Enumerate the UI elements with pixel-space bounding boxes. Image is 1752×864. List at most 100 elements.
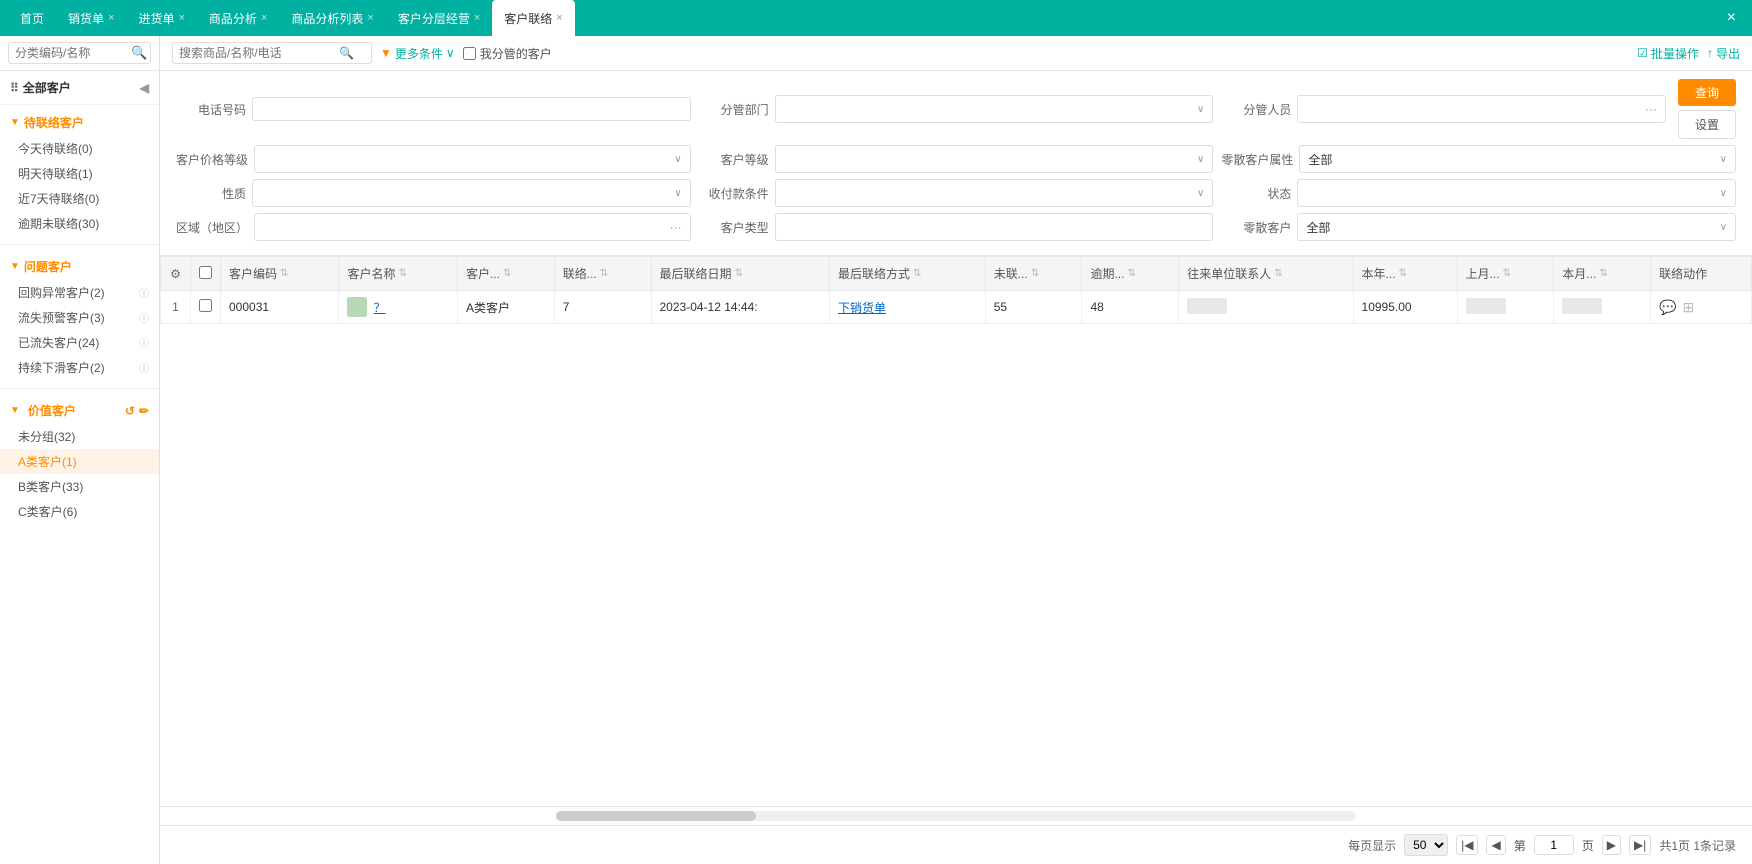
nav-customer-tier-close[interactable]: ×	[474, 12, 480, 24]
sort-name-icon[interactable]: ⇅	[399, 268, 407, 279]
chevron-down-icon: ∨	[446, 46, 455, 60]
filter-manager-label: 分管人员	[1221, 101, 1291, 118]
col-unit-contact-label: 往来单位联系人	[1187, 265, 1271, 282]
sidebar-section-pending-title[interactable]: ▼ 待联络客户	[0, 109, 159, 136]
filter-retail-attr-select[interactable]: 全部 ∨	[1299, 145, 1736, 173]
sort-this-year-icon[interactable]: ⇅	[1399, 268, 1407, 279]
filter-region-label: 区域（地区）	[176, 219, 248, 236]
sort-contact-icon[interactable]: ⇅	[600, 268, 608, 279]
chat-action-icon[interactable]: 💬	[1659, 299, 1676, 316]
sidebar-item-7days[interactable]: 近7天待联络(0)	[0, 186, 159, 211]
sidebar-section-problem-title[interactable]: ▼ 问题客户	[0, 253, 159, 280]
filter-price-level-select[interactable]: ∨	[254, 145, 691, 173]
sidebar-item-b-class[interactable]: B类客户(33)	[0, 474, 159, 499]
filter-payment-select[interactable]: ∨	[775, 179, 1214, 207]
scrollbar-thumb[interactable]	[556, 811, 756, 821]
sidebar-item-unclassified[interactable]: 未分组(32)	[0, 424, 159, 449]
sort-last-method-icon[interactable]: ⇅	[913, 268, 921, 279]
row-checkbox[interactable]	[199, 299, 212, 312]
sidebar-search-icon[interactable]: 🔍	[131, 45, 147, 61]
prev-page-btn[interactable]: ◀	[1486, 835, 1505, 855]
nav-product-analysis-close[interactable]: ×	[261, 12, 267, 24]
nav-customer-contact-close[interactable]: ×	[556, 12, 562, 24]
filter-more-btn[interactable]: ▼ 更多条件 ∨	[380, 45, 455, 62]
filter-manager-input[interactable]: ···	[1297, 95, 1666, 123]
last-page-btn[interactable]: ▶|	[1629, 835, 1651, 855]
refresh-icon[interactable]: ↺	[125, 404, 135, 418]
col-this-month-label: 本月...	[1562, 265, 1596, 282]
filter-nature-select[interactable]: ∨	[252, 179, 691, 207]
col-this-month: 本月... ⇅	[1554, 257, 1651, 291]
nav-purchase-close[interactable]: ×	[178, 12, 184, 24]
sidebar-section-value-title[interactable]: ▼ 价值客户 ↺ ✏	[0, 397, 159, 424]
filter-retail-select[interactable]: 全部 ∨	[1297, 213, 1736, 241]
nav-product-analysis[interactable]: 商品分析 ×	[197, 0, 279, 36]
col-unit-contact: 往来单位联系人 ⇅	[1179, 257, 1353, 291]
filter-region-input[interactable]: ···	[254, 213, 691, 241]
batch-op-btn[interactable]: ☑ 批量操作	[1637, 45, 1699, 62]
batch-icon: ☑	[1637, 46, 1648, 60]
filter-customer-level-label: 客户等级	[699, 151, 769, 168]
sidebar-item-churn-warning[interactable]: 流失预警客户(3) ⓘ	[0, 305, 159, 330]
row-last-method-value[interactable]: 下销货单	[838, 301, 886, 315]
nav-customer-tier[interactable]: 客户分层经营 ×	[386, 0, 492, 36]
grid-action-icon[interactable]: ⊞	[1683, 299, 1695, 316]
filter-dept-select[interactable]: ∨	[775, 95, 1214, 123]
main-layout: 🔍 ⠿ 全部客户 ◀ ▼ 待联络客户 今天待联络(0) 明天待联络(1) 近7天…	[0, 36, 1752, 864]
nav-product-analysis-list-close[interactable]: ×	[367, 12, 373, 24]
nav-sales[interactable]: 销货单 ×	[56, 0, 126, 36]
next-page-btn[interactable]: ▶	[1602, 835, 1621, 855]
sidebar-all-customers[interactable]: ⠿ 全部客户 ◀	[0, 71, 159, 105]
my-customers-checkbox[interactable]: 我分管的客户	[463, 45, 552, 62]
sidebar-item-churned[interactable]: 已流失客户(24) ⓘ	[0, 330, 159, 355]
nav-customer-contact[interactable]: 客户联络 ×	[492, 0, 574, 36]
col-name-label: 客户名称	[347, 265, 395, 282]
top-actions: ☑ 批量操作 ↑ 导出	[1637, 45, 1740, 62]
sort-not-contacted-icon[interactable]: ⇅	[1031, 268, 1039, 279]
sort-type-icon[interactable]: ⇅	[503, 268, 511, 279]
sort-this-month-icon[interactable]: ⇅	[1599, 268, 1607, 279]
filter-status-select[interactable]: ∨	[1297, 179, 1736, 207]
sidebar-search-input[interactable]	[8, 42, 151, 64]
edit-icon[interactable]: ✏	[139, 404, 149, 418]
filter-row-2: 客户价格等级 ∨ 客户等级 ∨ 零散客户属性 全部	[176, 145, 1736, 173]
filter-search-input[interactable]	[179, 46, 339, 60]
page-number-input[interactable]	[1534, 835, 1574, 855]
settings-button[interactable]: 设置	[1678, 110, 1736, 139]
sidebar-item-a-class[interactable]: A类客户(1)	[0, 449, 159, 474]
sidebar-item-c-class[interactable]: C类客户(6)	[0, 499, 159, 524]
nav-product-analysis-list[interactable]: 商品分析列表 ×	[279, 0, 385, 36]
nav-sales-close[interactable]: ×	[108, 12, 114, 24]
sort-last-date-icon[interactable]: ⇅	[735, 268, 743, 279]
sidebar-item-churn-warning-label: 流失预警客户(3)	[18, 309, 105, 326]
sort-overdue-icon[interactable]: ⇅	[1127, 268, 1135, 279]
filter-search-icon[interactable]: 🔍	[339, 46, 354, 60]
my-customers-check[interactable]	[463, 47, 476, 60]
sort-last-month-icon[interactable]: ⇅	[1503, 268, 1511, 279]
window-close-button[interactable]: ×	[1719, 9, 1744, 27]
table-settings-col[interactable]: ⚙	[161, 257, 191, 291]
row-name-value[interactable]: ？	[373, 299, 385, 316]
query-button[interactable]: 查询	[1678, 79, 1736, 106]
sidebar-item-overdue[interactable]: 逾期未联络(30)	[0, 211, 159, 236]
nav-home[interactable]: 首页	[8, 0, 56, 36]
filter-customer-type-input[interactable]	[775, 213, 1214, 241]
table-select-all[interactable]	[199, 266, 212, 279]
filter-customer-level-select[interactable]: ∨	[775, 145, 1214, 173]
sort-unit-contact-icon[interactable]: ⇅	[1274, 268, 1282, 279]
filter-price-level: 客户价格等级 ∨	[176, 145, 691, 173]
nav-purchase[interactable]: 进货单 ×	[126, 0, 196, 36]
main-content: 🔍 ▼ 更多条件 ∨ 我分管的客户 ☑ 批量操作 ↑ 导出	[160, 36, 1752, 864]
sort-code-icon[interactable]: ⇅	[280, 268, 288, 279]
per-page-select[interactable]: 50	[1404, 834, 1448, 856]
sidebar-item-today[interactable]: 今天待联络(0)	[0, 136, 159, 161]
sidebar-collapse-icon[interactable]: ◀	[140, 81, 149, 95]
export-btn[interactable]: ↑ 导出	[1707, 45, 1740, 62]
sidebar-item-tomorrow[interactable]: 明天待联络(1)	[0, 161, 159, 186]
col-code: 客户编码 ⇅	[221, 257, 339, 291]
filter-dept-label: 分管部门	[699, 101, 769, 118]
filter-phone-input[interactable]	[252, 97, 691, 121]
sidebar-item-declining[interactable]: 持续下滑客户(2) ⓘ	[0, 355, 159, 380]
sidebar-item-repurchase-abnormal[interactable]: 回购异常客户(2) ⓘ	[0, 280, 159, 305]
first-page-btn[interactable]: |◀	[1456, 835, 1478, 855]
